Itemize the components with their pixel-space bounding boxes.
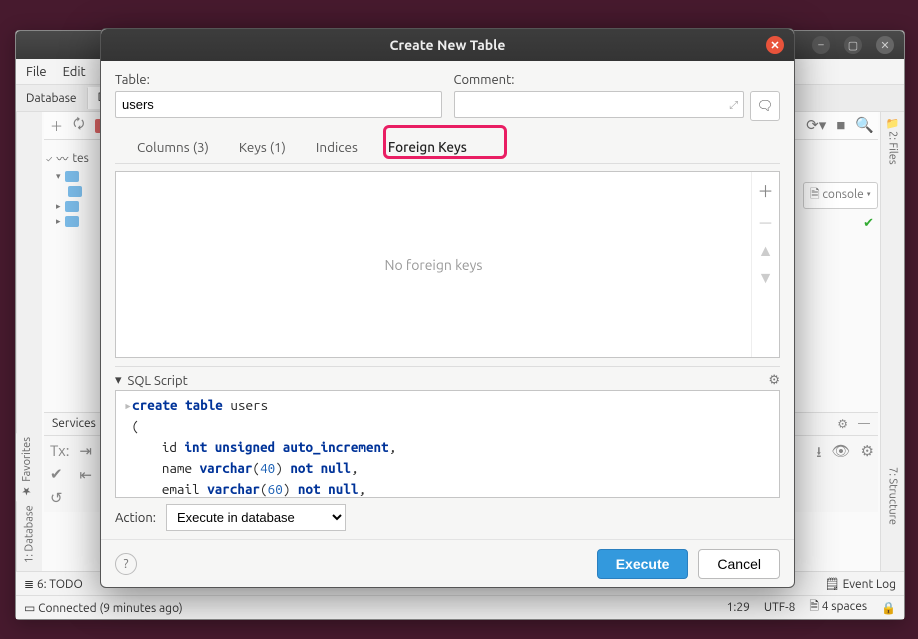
add-fk-icon[interactable]: ＋ [757,178,773,202]
sidebar-favorites-tab[interactable]: ★ Favorites [16,433,37,501]
status-linecol: 1:29 [727,601,750,614]
stop-square-icon[interactable]: ■ [836,116,845,134]
sidebar-favorites-label: Favorites [21,437,33,482]
outdent-icon[interactable]: ⇤ [79,466,92,484]
sidebar-structure-tab[interactable]: 7: Structure [880,461,904,531]
console-button[interactable]: 🗎 console ▾ [803,182,878,209]
move-up-icon[interactable]: ▲ [758,242,774,261]
sql-section: ▾ SQL Script ⚙ ▸create table users ( id … [115,366,780,531]
status-connected: Connected (9 minutes ago) [38,602,183,615]
tree-label: tes [72,152,89,165]
execute-button[interactable]: Execute [597,549,689,579]
comment-label: Comment: [454,73,781,87]
sidebar-files-label: 2: Files [887,131,899,165]
tx-label: Tx: [50,442,69,459]
indent-icon[interactable]: ⇥ [79,442,92,460]
status-ok-icon: ✔ [863,216,874,231]
tab-keys[interactable]: Keys (1) [235,135,290,163]
dialog-close-button[interactable]: ✕ [766,36,784,54]
chevron-down-icon[interactable]: ▾ [115,373,122,388]
sidebar-structure-label: 7: Structure [887,467,899,525]
console-toolbar: 🗎 console ▾ [803,182,878,209]
status-indent[interactable]: 🗎 4 spaces [809,597,867,618]
dialog-title: Create New Table [389,37,505,53]
help-button[interactable]: ? [115,553,137,575]
create-table-dialog: Create New Table ✕ Table: Comment: ⤢ 🗨 [100,28,795,588]
action-label: Action: [115,511,156,525]
gear-icon[interactable]: ⚙ [768,373,780,388]
services-label[interactable]: Services [52,417,96,431]
download-icon[interactable]: ⭳ [816,442,821,467]
dialog-content: Table: Comment: ⤢ 🗨 Columns (3) [101,61,794,539]
remove-fk-icon[interactable]: － [757,210,773,234]
tab-columns[interactable]: Columns (3) [133,135,213,163]
sidebar-left: 1: Database [16,112,42,571]
menu-edit[interactable]: Edit [63,65,86,79]
search-icon[interactable]: 🔍 [855,116,874,134]
close-icon[interactable]: ✕ [876,36,894,54]
stage-vtoolbar: ＋ － ▲ ▼ [751,172,779,357]
bottom-todo-tab[interactable]: ≣ 6: TODO [24,577,83,591]
sql-script-label: SQL Script [128,374,188,388]
menu-file[interactable]: File [26,65,47,79]
gear-icon[interactable]: ⚙ [837,417,848,431]
dialog-footer: ? Execute Cancel [101,539,794,587]
sidebar-database-tab[interactable]: 1: Database [24,505,36,563]
status-encoding[interactable]: UTF-8 [764,601,795,614]
folder-icon [65,201,79,212]
folder-icon: 📁 [886,118,899,131]
dialog-tabs: Columns (3) Keys (1) Indices Foreign Key… [115,129,780,164]
tab-foreign-keys[interactable]: Foreign Keys [384,135,471,163]
add-icon[interactable]: ＋ [50,116,63,135]
table-name-input[interactable] [115,91,442,118]
rollback-icon[interactable]: ↺ [50,489,69,507]
comment-input[interactable] [454,91,745,118]
cancel-button[interactable]: Cancel [698,549,780,579]
event-log-button[interactable]: 🗒 Event Log [825,577,896,591]
eye-icon[interactable]: 👁 [832,442,851,467]
refresh-icon[interactable]: 🗘 [73,115,85,137]
ide-statusbar: ▭ Connected (9 minutes ago) 1:29 UTF-8 🗎… [16,595,904,619]
dialog-titlebar: Create New Table ✕ [101,29,794,61]
speech-bubble-icon: 🗨 [757,99,774,114]
tab-indices[interactable]: Indices [312,135,362,163]
minimize-panel-icon[interactable]: — [858,417,870,431]
expand-icon[interactable]: ⤢ [729,100,738,113]
folder-icon [65,171,79,182]
tab-database-1[interactable]: Database [16,88,88,109]
maximize-icon[interactable]: ▢ [844,36,862,54]
foreign-keys-stage: No foreign keys ＋ － ▲ ▼ [115,171,780,358]
editor-right-tools: ⭳ 👁 ⚙ [816,442,874,467]
folder-icon [68,186,82,197]
action-select[interactable]: Execute in database [166,504,346,531]
empty-message: No foreign keys [116,172,751,357]
lock-icon[interactable]: 🔒 [881,601,896,615]
commit-icon[interactable]: ✔ [50,465,69,483]
minimize-icon[interactable]: – [812,36,830,54]
table-label: Table: [115,73,442,87]
sql-editor[interactable]: ▸create table users ( id int unsigned au… [115,390,780,498]
gear-icon[interactable]: ⚙ [861,442,874,467]
folder-icon [65,216,79,227]
move-down-icon[interactable]: ▼ [758,269,774,288]
comment-edit-button[interactable]: 🗨 [750,91,780,121]
sync-icon[interactable]: ⟳▾ [806,116,826,134]
ide-top-right-icons: ⟳▾ ■ 🔍 [802,112,878,138]
